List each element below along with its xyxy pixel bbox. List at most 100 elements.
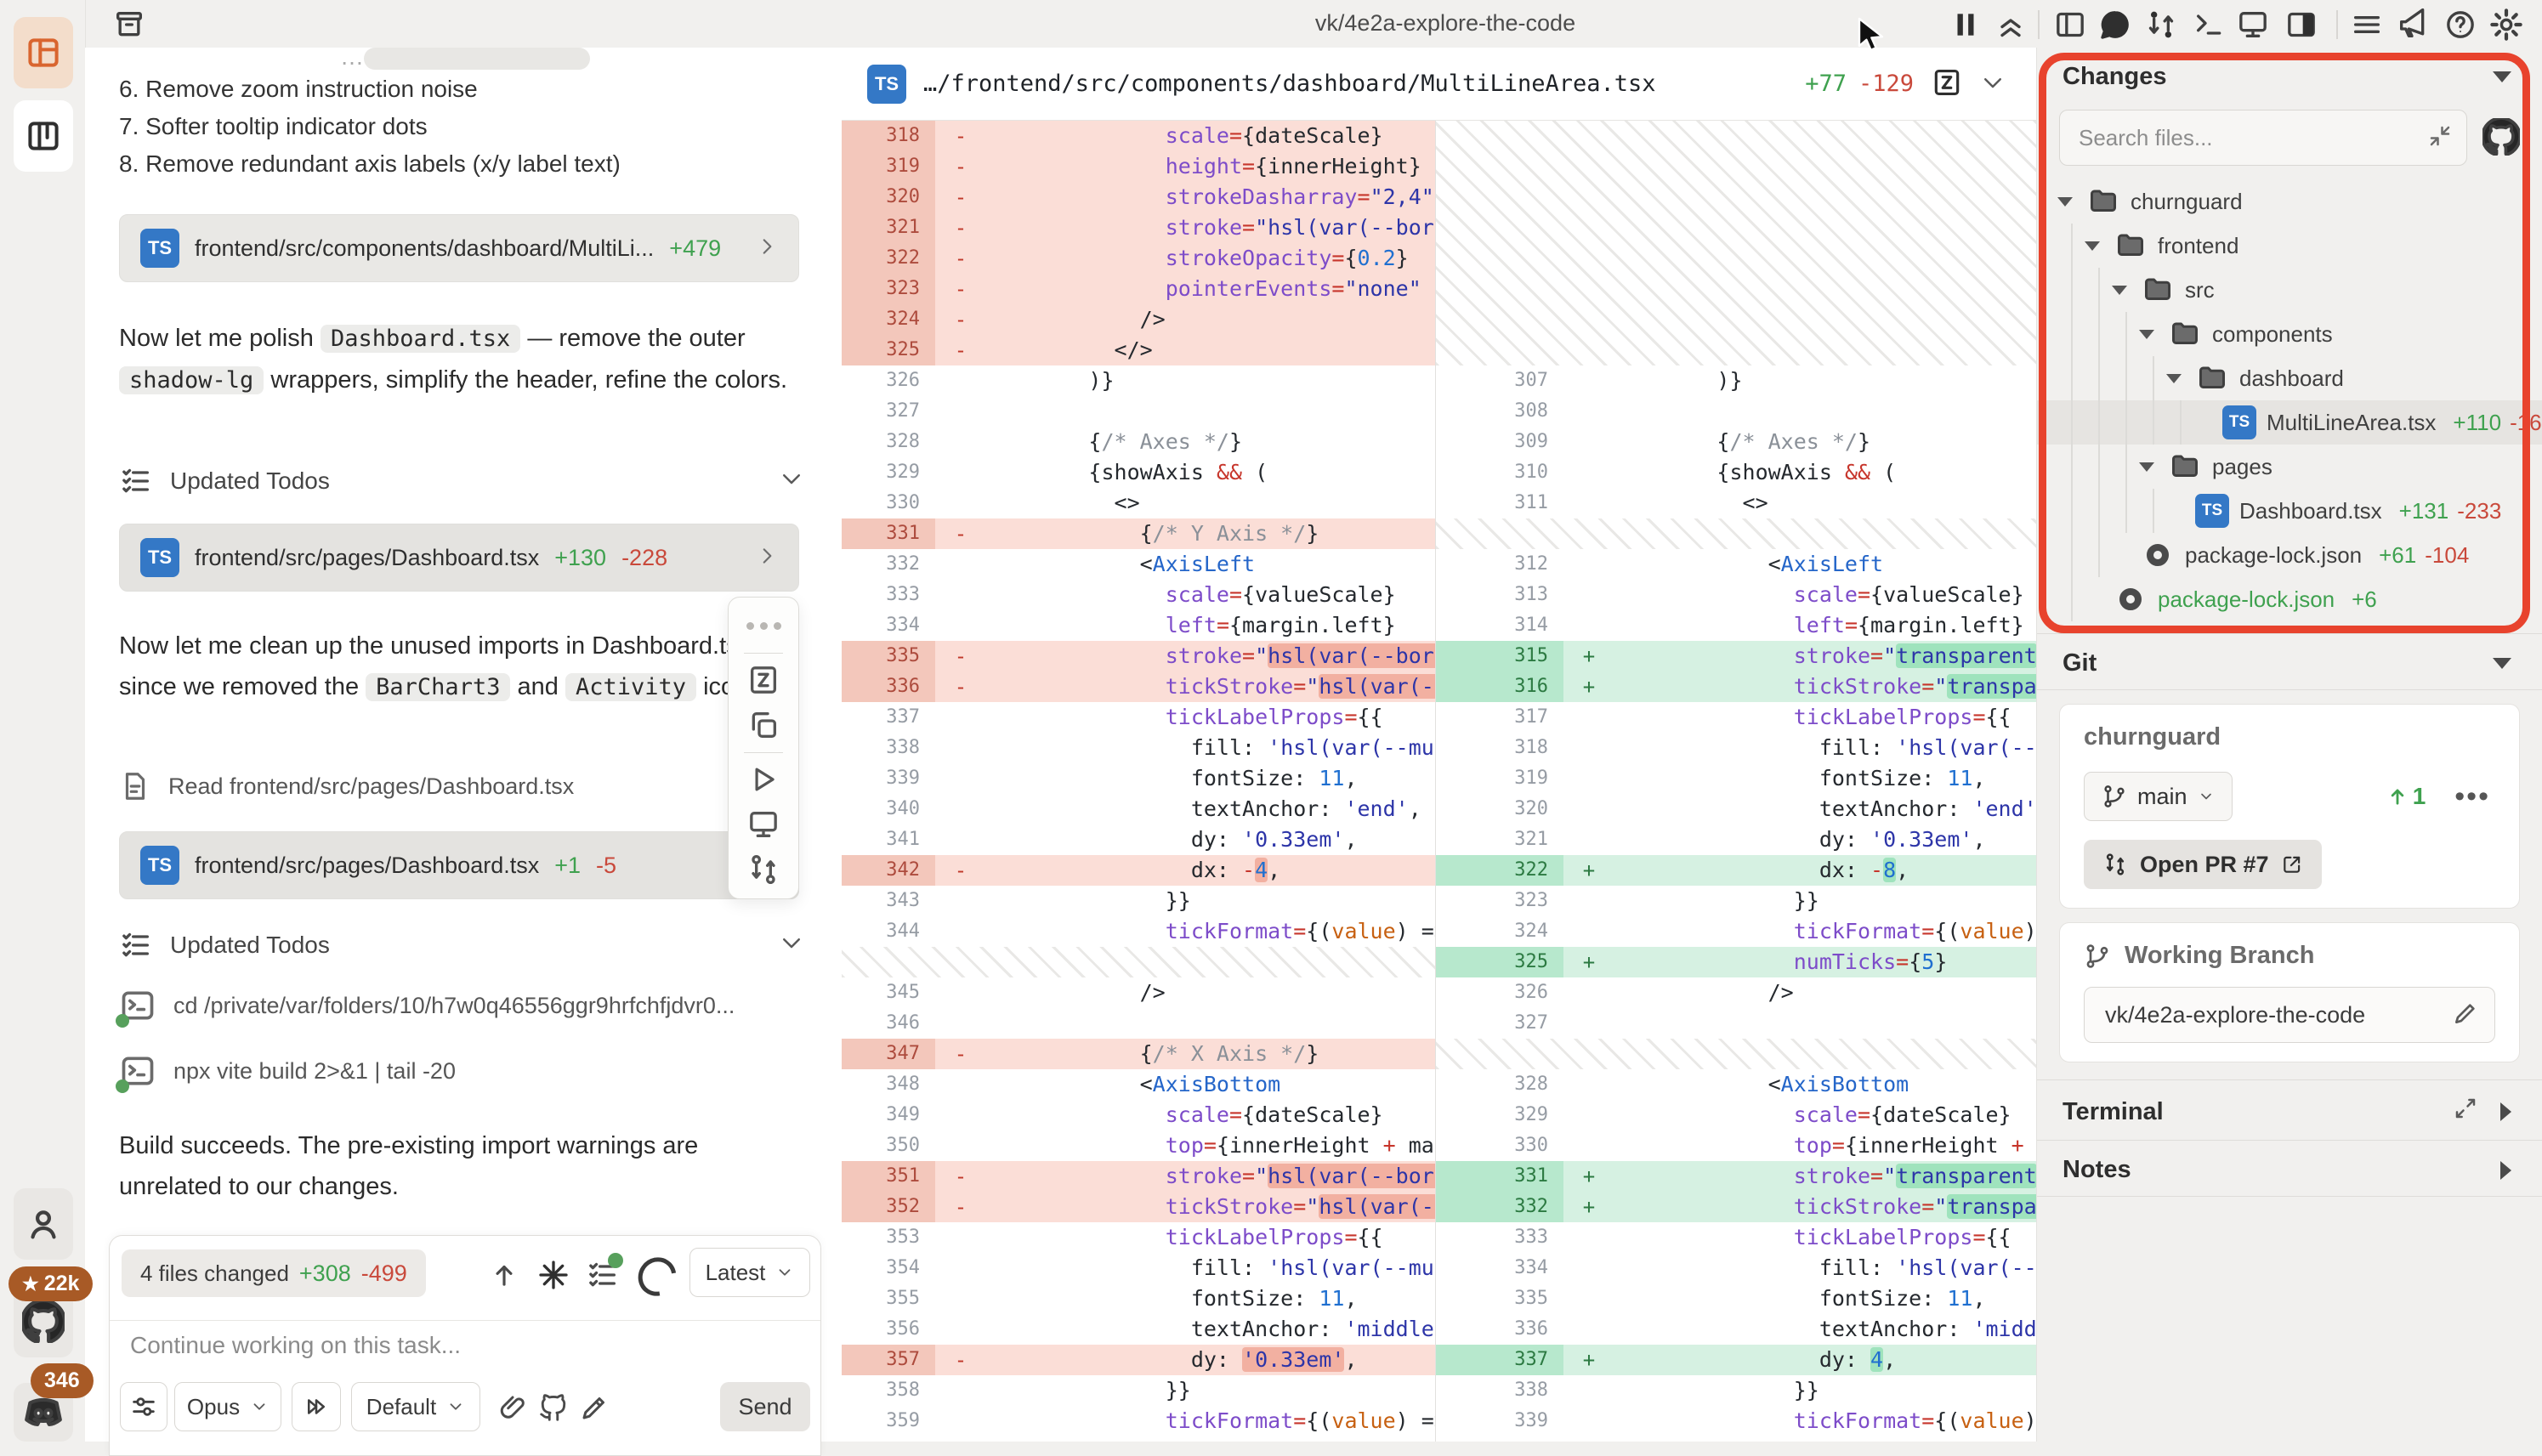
file-search-input[interactable]: [2077, 124, 2419, 152]
github-cat-icon[interactable]: [535, 1389, 572, 1426]
tree-folder-src[interactable]: src: [2037, 268, 2542, 312]
menu-icon[interactable]: [2348, 7, 2386, 42]
collapse-tree-icon[interactable]: [2427, 123, 2453, 153]
files-changed-chip[interactable]: 4 files changed +308 -499: [122, 1249, 426, 1297]
branch-dropdown[interactable]: main: [2084, 772, 2233, 821]
pause-icon[interactable]: [1947, 7, 1984, 42]
layout-panel-icon[interactable]: [14, 17, 73, 88]
file-diff-chip[interactable]: TS frontend/src/pages/Dashboard.tsx +1 -…: [119, 831, 799, 899]
terminal-command-row[interactable]: npx vite build 2>&1 | tail -20: [119, 1052, 456, 1090]
attach-icon[interactable]: [494, 1389, 531, 1426]
settings-sliders-icon[interactable]: [120, 1382, 167, 1431]
caret-down-icon[interactable]: [2139, 330, 2168, 339]
terminal-command: cd /private/var/folders/10/h7w0q46556ggr…: [173, 993, 735, 1019]
monitor-icon[interactable]: [2234, 7, 2272, 42]
panel-right-icon[interactable]: [2283, 7, 2320, 42]
diff-old-column: 318- scale={dateScale}319- height={inner…: [842, 121, 1435, 1442]
file-diff-chip[interactable]: TS frontend/src/components/dashboard/Mul…: [119, 214, 799, 282]
caret-down-icon[interactable]: [2166, 374, 2195, 383]
line-code: fill: 'hsl(var(--muted-foreground))': [986, 1253, 1435, 1283]
caret-down-icon[interactable]: [2057, 197, 2086, 207]
git-compare-icon[interactable]: [740, 852, 787, 888]
tree-folder-churnguard[interactable]: churnguard: [2037, 179, 2542, 224]
chat-bubble-icon[interactable]: [2097, 7, 2134, 42]
updated-todos-row[interactable]: Updated Todos: [119, 464, 804, 498]
panel-left-icon[interactable]: [2051, 7, 2089, 42]
chevron-down-icon[interactable]: [779, 930, 804, 961]
line-code: scale={valueScale}: [1614, 580, 2036, 610]
tree-folder-pages[interactable]: pages: [2037, 445, 2542, 489]
caret-down-icon[interactable]: [2112, 286, 2141, 295]
terminal-section-header[interactable]: Terminal: [2037, 1080, 2542, 1140]
edit-pencil-icon[interactable]: [2452, 1000, 2479, 1031]
caret-down-icon[interactable]: [2085, 241, 2114, 251]
working-branch-input[interactable]: [2103, 1001, 2452, 1029]
line-number: 352: [842, 1192, 935, 1222]
caret-down-icon[interactable]: [2139, 462, 2168, 472]
tree-file-package-lock.json[interactable]: package-lock.json+61-104: [2037, 533, 2542, 577]
copy-icon[interactable]: [740, 707, 787, 744]
tree-folder-frontend[interactable]: frontend: [2037, 224, 2542, 268]
help-icon[interactable]: [2442, 7, 2479, 42]
diff-row: 322+ dx: -8,: [1436, 855, 2036, 886]
changes-header[interactable]: Changes: [2037, 48, 2542, 103]
line-marker: [935, 427, 986, 457]
model-dropdown[interactable]: Opus: [174, 1382, 281, 1431]
document-icon: [119, 770, 151, 802]
git-header[interactable]: Git: [2037, 634, 2542, 689]
indent-guide: [2071, 224, 2085, 268]
terminal-icon[interactable]: [2191, 7, 2228, 42]
settings-gear-icon[interactable]: [2488, 7, 2525, 42]
more-options-icon[interactable]: •••: [2449, 779, 2495, 814]
open-pr-button[interactable]: Open PR #7: [2084, 840, 2322, 889]
archive-icon[interactable]: [111, 7, 148, 42]
file-diff-chip[interactable]: TS frontend/src/pages/Dashboard.tsx +130…: [119, 524, 799, 592]
diff-row: 320 textAnchor: 'end',: [1436, 794, 2036, 824]
todos-icon[interactable]: [584, 1256, 621, 1294]
tree-folder-dashboard[interactable]: dashboard: [2037, 356, 2542, 400]
changes-section: Changes churnguardfrontendsrc components d…: [2037, 48, 2542, 621]
tree-folder-components[interactable]: components: [2037, 312, 2542, 356]
line-marker: [1563, 1130, 1614, 1161]
version-dropdown[interactable]: Latest: [689, 1248, 810, 1297]
chevron-down-icon[interactable]: [779, 466, 804, 497]
indent-guide: [2180, 400, 2193, 445]
tree-file-MultiLineArea.tsx[interactable]: TSMultiLineArea.tsx+110-162: [2037, 400, 2542, 445]
mode-dropdown[interactable]: Default: [351, 1382, 480, 1431]
account-icon[interactable]: [14, 1188, 73, 1260]
tree-file-Dashboard.tsx[interactable]: TSDashboard.tsx+131-233: [2037, 489, 2542, 533]
updated-todos-row[interactable]: Updated Todos: [119, 928, 804, 962]
collapse-all-icon[interactable]: [1992, 7, 2029, 42]
line-code: tickFormat={(value) => formatValue(value…: [1614, 916, 2036, 947]
message-input[interactable]: [128, 1331, 795, 1360]
notes-section-header[interactable]: Notes: [2037, 1141, 2542, 1196]
megaphone-icon[interactable]: [2394, 7, 2431, 42]
line-code: [1614, 1008, 2036, 1039]
line-code: dx: -4,: [986, 855, 1435, 886]
monitor-icon[interactable]: [740, 807, 787, 843]
fast-forward-icon[interactable]: [292, 1382, 341, 1431]
terminal-command-row[interactable]: cd /private/var/folders/10/h7w0q46556ggr…: [119, 987, 735, 1024]
play-icon[interactable]: [740, 762, 787, 798]
diff-view-icon[interactable]: [740, 662, 787, 699]
line-code: tickFormat={(value) => formatValue(value…: [986, 1406, 1435, 1436]
starburst-icon[interactable]: [535, 1256, 572, 1294]
expand-icon[interactable]: [2453, 1096, 2478, 1128]
line-marker: [935, 702, 986, 733]
line-code: <AxisLeft: [986, 549, 1435, 580]
line-number: 335: [842, 641, 935, 671]
board-view-icon[interactable]: [14, 100, 73, 172]
diff-row: 325+ numTicks={5}: [1436, 947, 2036, 977]
github-cat-icon[interactable]: [2482, 118, 2520, 158]
diff-display-icon[interactable]: [1931, 66, 1963, 101]
send-button[interactable]: Send: [720, 1382, 810, 1431]
branch-icon: [2084, 943, 2111, 970]
scroll-to-top-icon[interactable]: [485, 1256, 523, 1294]
tree-file-package-lock.json[interactable]: package-lock.json+6: [2037, 577, 2542, 621]
git-compare-icon[interactable]: [2142, 7, 2180, 42]
tree-item-label: components: [2212, 321, 2333, 348]
read-file-row[interactable]: Read frontend/src/pages/Dashboard.tsx: [119, 770, 574, 802]
pen-icon[interactable]: [576, 1389, 613, 1426]
chevron-down-icon[interactable]: [1980, 70, 2006, 98]
more-options-icon[interactable]: [740, 608, 787, 644]
